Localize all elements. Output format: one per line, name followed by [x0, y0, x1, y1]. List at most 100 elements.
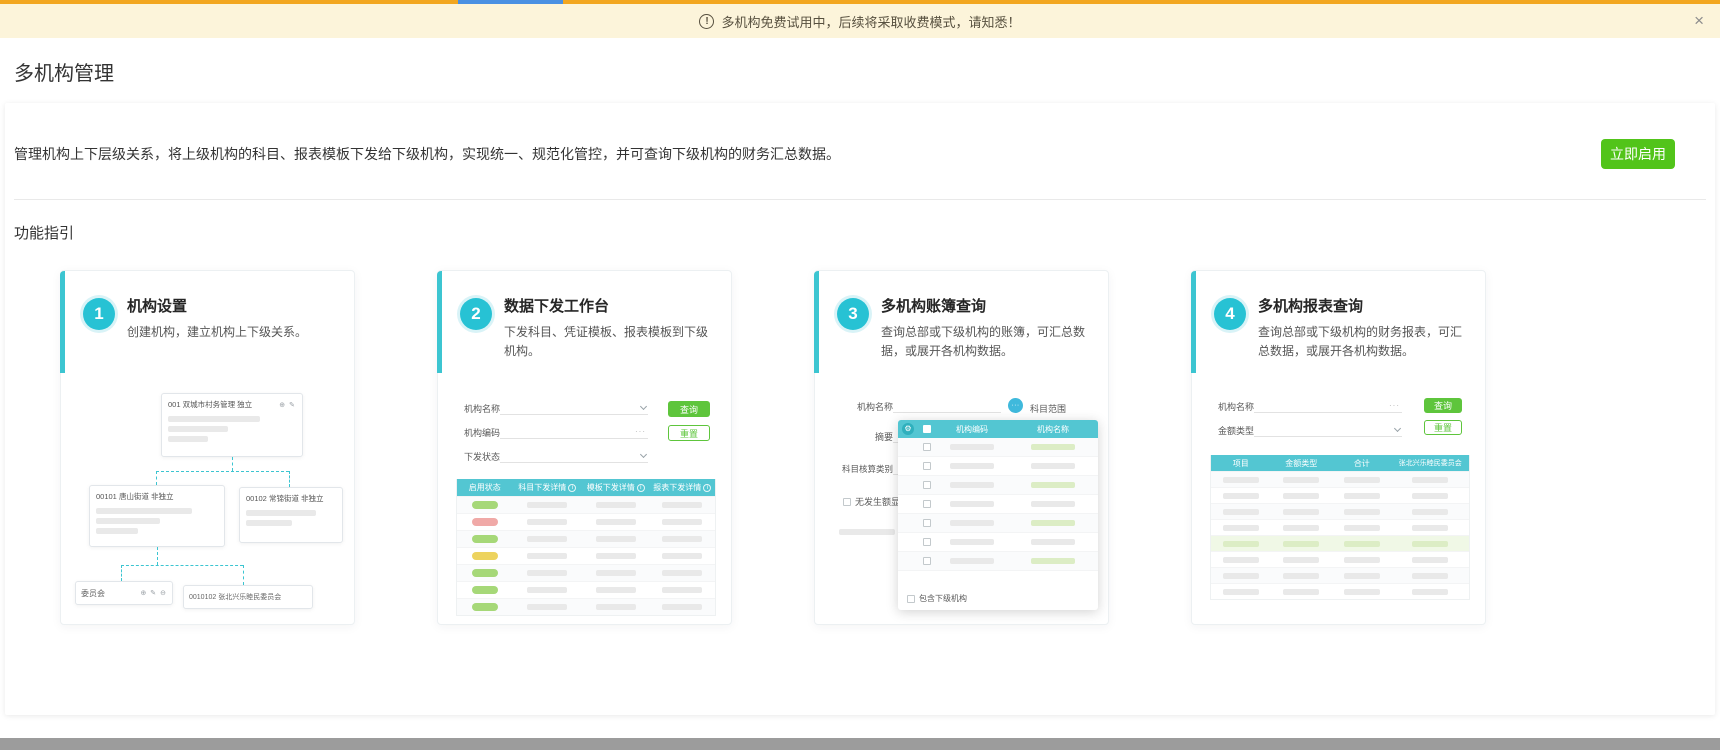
card-accent-bar [1191, 271, 1196, 373]
skeleton-line [1283, 476, 1320, 483]
skeleton-line [662, 536, 703, 542]
skeleton-line [1222, 540, 1259, 547]
mock-reset-button: 重置 [1424, 420, 1462, 435]
skeleton-line [1412, 540, 1449, 547]
connector-line [121, 565, 243, 566]
edit-icon: ✎ [289, 401, 296, 409]
add-icon: ⊕ [140, 590, 148, 597]
status-pill [471, 552, 498, 560]
table-row [1211, 471, 1469, 487]
guide-card-ledger-query: 3 多机构账簿查询 查询总部或下级机构的账簿，可汇总数据，或展开各机构数据。 机… [814, 270, 1109, 625]
column-header: 报表下发详情 i [650, 482, 716, 493]
skeleton-line [96, 508, 192, 514]
skeleton-line [662, 519, 703, 525]
skeleton-line [662, 587, 703, 593]
skeleton-line [527, 604, 568, 610]
skeleton-line [662, 604, 703, 610]
column-header: 模板下发详情 i [582, 482, 649, 493]
mock-field-org-name: 机构名称 [456, 399, 648, 415]
card-title: 多机构报表查询 [1258, 298, 1364, 315]
skeleton-line [1412, 524, 1449, 531]
skeleton-line [1031, 520, 1075, 526]
skeleton-line [662, 553, 703, 559]
card-header: 4 多机构报表查询 查询总部或下级机构的财务报表，可汇总数据，或展开各机构数据。 [1192, 271, 1485, 361]
mock-field-org-name: 机构名称 ··· [1210, 397, 1402, 413]
mock-select [500, 401, 648, 415]
status-pill [471, 603, 498, 611]
report-table: 项目 金额类型 合计 张北兴乐睦民委员会 [1210, 455, 1470, 600]
enable-now-button[interactable]: 立即启用 [1601, 139, 1675, 169]
card-description: 下发科目、凭证模板、报表模板到下级机构。 [504, 325, 709, 359]
page-title: 多机构管理 [14, 63, 114, 85]
table-row [1211, 551, 1469, 567]
step-number-1: 1 [83, 298, 115, 330]
skeleton-line [1222, 588, 1259, 595]
skeleton-line [1343, 556, 1380, 563]
table-header-row: ⚙ 机构编码 机构名称 [898, 420, 1098, 438]
field-label: 摘要 [874, 432, 893, 442]
table-row [898, 438, 1098, 457]
checkbox [923, 557, 931, 565]
chevron-down-icon [639, 450, 648, 459]
node-action-icons: ⊕ ✎ [279, 401, 296, 409]
skeleton-line [527, 570, 568, 576]
ellipsis-icon: ··· [635, 427, 646, 436]
skeleton-line [950, 463, 994, 469]
skeleton-line [1283, 572, 1320, 579]
skeleton-line [1343, 476, 1380, 483]
feature-description: 管理机构上下层级关系，将上级机构的科目、报表模板下发给下级机构，实现统一、规范化… [14, 146, 840, 162]
column-header: 金额类型 [1285, 458, 1318, 468]
skeleton-line [1031, 501, 1075, 507]
mock-input: ··· [500, 425, 648, 439]
org-picker-panel: ⚙ 机构编码 机构名称 包含下级机构 [898, 420, 1098, 610]
org-node-label: 0010102 张北兴乐睦民委员会 [189, 594, 282, 601]
skeleton-line [1343, 540, 1380, 547]
status-pill [471, 501, 498, 509]
checkbox-label: 包含下级机构 [919, 594, 967, 603]
skeleton-line [1412, 556, 1449, 563]
field-label: 机构名称 [1217, 402, 1254, 412]
info-icon: i [636, 483, 645, 492]
skeleton-line [1283, 492, 1320, 499]
table-header-row: 启用状态 科目下发详情 i 模板下发详情 i 报表下发详情 i [457, 479, 715, 496]
skeleton-line [1283, 524, 1320, 531]
skeleton-line [1343, 508, 1380, 515]
card-header: 2 数据下发工作台 下发科目、凭证模板、报表模板到下级机构。 [438, 271, 731, 361]
field-label: 机构名称 [856, 402, 893, 412]
skeleton-line [1031, 558, 1075, 564]
mock-field-amount-type: 金额类型 [1210, 421, 1402, 437]
add-icon: ⊕ [279, 401, 287, 409]
checkbox [923, 519, 931, 527]
bottom-window-edge [0, 738, 1720, 750]
skeleton-line [1283, 508, 1320, 515]
mock-select [1254, 423, 1402, 437]
close-icon[interactable]: × [1694, 11, 1704, 31]
mock-reset-button: 重置 [668, 425, 710, 441]
dispatch-table: 启用状态 科目下发详情 i 模板下发详情 i 报表下发详情 i [456, 479, 716, 616]
table-row [457, 547, 715, 564]
skeleton-line [1412, 492, 1449, 499]
checkbox [923, 462, 931, 470]
mock-input [893, 399, 1001, 413]
skeleton-line [168, 436, 208, 442]
column-header: 科目下发详情 i [513, 482, 582, 493]
skeleton-line [1283, 556, 1320, 563]
skeleton-line [950, 444, 994, 450]
info-icon: i [703, 483, 712, 492]
org-node-child-1: 00101 唐山街道 非独立 [89, 485, 225, 547]
card-description: 查询总部或下级机构的账簿，可汇总数据，或展开各机构数据。 [881, 325, 1086, 359]
skeleton-line [950, 501, 994, 507]
skeleton-line [839, 529, 895, 535]
skeleton-line [1343, 492, 1380, 499]
skeleton-line [1412, 508, 1449, 515]
node-action-icons: ⊕ ✎ ⊖ [140, 589, 167, 597]
field-label-scope: 科目范围 [1030, 404, 1067, 414]
skeleton-line [527, 502, 568, 508]
table-row [898, 552, 1098, 571]
skeleton-line [246, 520, 292, 526]
skeleton-line [1031, 444, 1075, 450]
field-label: 科目核算类别 [841, 464, 893, 474]
ellipsis-icon: ··· [1389, 401, 1400, 410]
skeleton-line [168, 426, 228, 432]
chevron-down-icon [639, 402, 648, 411]
